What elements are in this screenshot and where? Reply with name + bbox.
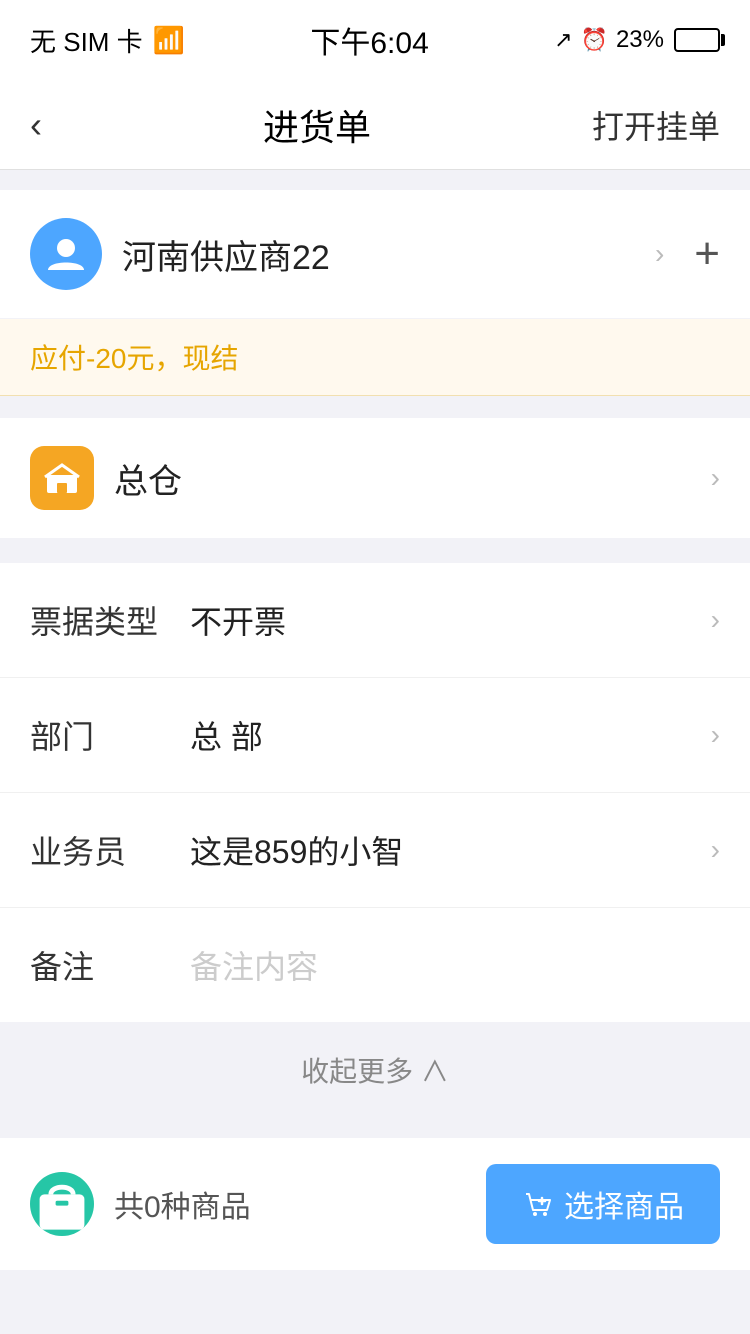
status-bar: 无 SIM 卡 📶 下午6:04 ↗ ⏰ 23% [0, 0, 750, 80]
supplier-row[interactable]: 河南供应商22 › + [0, 190, 750, 319]
warehouse-row[interactable]: 总仓 › [0, 418, 750, 539]
back-button[interactable]: ‹ [30, 104, 42, 146]
nav-bar: ‹ 进货单 打开挂单 [0, 80, 750, 170]
status-right: ↗ ⏰ 23% [554, 26, 720, 54]
cart-icon [522, 1188, 554, 1220]
warehouse-icon [43, 459, 81, 497]
add-supplier-button[interactable]: + [694, 232, 720, 276]
avatar-icon [44, 232, 88, 276]
warehouse-card: 总仓 › [0, 418, 750, 539]
salesperson-chevron-icon: › [711, 834, 720, 866]
battery-percent: 23% [616, 26, 664, 54]
salesperson-label: 业务员 [30, 827, 170, 873]
section-gap-1 [0, 170, 750, 190]
invoice-type-value: 不开票 [190, 597, 711, 643]
status-time: 下午6:04 [310, 18, 428, 62]
invoice-type-label: 票据类型 [30, 597, 170, 643]
open-pending-button[interactable]: 打开挂单 [592, 102, 720, 148]
bottom-bar: 共0种商品 选择商品 [0, 1138, 750, 1270]
warehouse-chevron-icon: › [711, 462, 720, 494]
department-value: 总 部 [190, 712, 711, 758]
goods-count-text: 共0种商品 [114, 1182, 486, 1226]
select-goods-label: 选择商品 [564, 1182, 684, 1226]
department-row[interactable]: 部门 总 部 › [0, 678, 750, 793]
warehouse-name: 总仓 [114, 454, 711, 503]
department-chevron-icon: › [711, 719, 720, 751]
collapse-button[interactable]: 收起更多 ∧ [0, 1024, 750, 1116]
form-section: 票据类型 不开票 › 部门 总 部 › 业务员 这是859的小智 › 备注 备注… [0, 563, 750, 1022]
supplier-card: 河南供应商22 › + 应付-20元，现结 [0, 190, 750, 396]
salesperson-row[interactable]: 业务员 这是859的小智 › [0, 793, 750, 908]
carrier-text: 无 SIM 卡 [30, 22, 143, 59]
salesperson-value: 这是859的小智 [190, 827, 711, 873]
invoice-type-chevron-icon: › [711, 604, 720, 636]
supplier-chevron-icon: › [655, 238, 664, 270]
supplier-notice: 应付-20元，现结 [0, 319, 750, 396]
select-goods-button[interactable]: 选择商品 [486, 1164, 720, 1244]
invoice-type-row[interactable]: 票据类型 不开票 › [0, 563, 750, 678]
alarm-icon: ⏰ [581, 27, 608, 53]
status-carrier: 无 SIM 卡 📶 [30, 22, 185, 59]
page-body: 河南供应商22 › + 应付-20元，现结 总仓 › 票据类型 不开票 [0, 170, 750, 1334]
remark-label: 备注 [30, 942, 170, 988]
department-label: 部门 [30, 712, 170, 758]
section-gap-3 [0, 541, 750, 561]
section-gap-2 [0, 398, 750, 418]
remark-row[interactable]: 备注 备注内容 [0, 908, 750, 1022]
goods-bag-icon [30, 1172, 94, 1236]
supplier-avatar [30, 218, 102, 290]
page-title: 进货单 [263, 99, 371, 151]
battery-icon [674, 28, 720, 52]
location-icon: ↗ [554, 27, 572, 53]
wifi-icon: 📶 [153, 25, 185, 56]
supplier-name: 河南供应商22 [122, 230, 655, 279]
remark-input[interactable]: 备注内容 [190, 942, 720, 988]
section-gap-4 [0, 1116, 750, 1136]
warehouse-icon-wrap [30, 446, 94, 510]
goods-icon-wrap [30, 1172, 94, 1236]
